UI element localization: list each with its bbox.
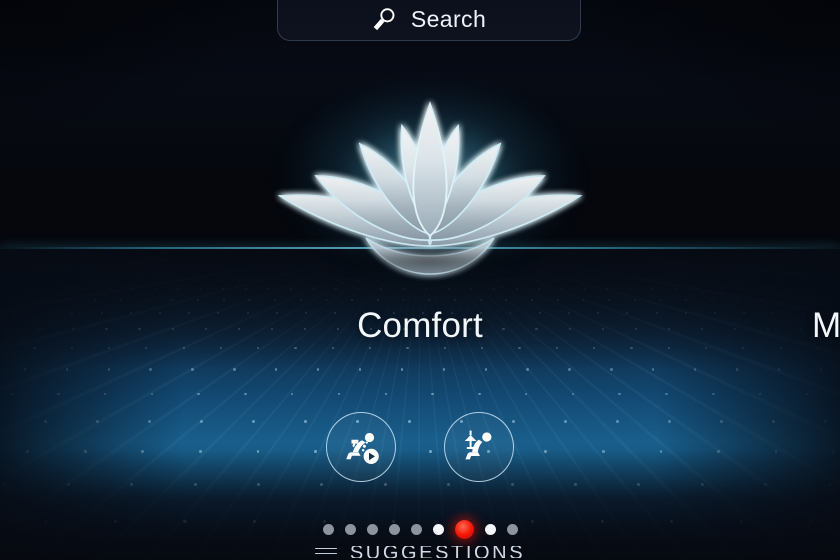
dot-row bbox=[0, 299, 840, 301]
pager-dot-9[interactable] bbox=[506, 524, 518, 535]
dot-row bbox=[0, 347, 840, 350]
pager-dot-7[interactable] bbox=[454, 520, 474, 539]
seat-massage-button[interactable] bbox=[326, 412, 396, 482]
seat-massage-play-icon bbox=[346, 432, 379, 464]
pager-dot-5[interactable] bbox=[410, 524, 422, 535]
lotus-flower-icon bbox=[277, 101, 583, 275]
search-icon bbox=[373, 8, 395, 31]
carousel-active-label: Comfort bbox=[357, 306, 483, 345]
dot-row bbox=[0, 392, 840, 396]
pager-dot-3[interactable] bbox=[366, 524, 378, 535]
pager-dot-8[interactable] bbox=[484, 524, 496, 535]
suggestions-label: SUGGESTIONS bbox=[349, 546, 526, 560]
pager-dot-4[interactable] bbox=[388, 524, 400, 535]
pager-dot-1[interactable] bbox=[322, 524, 334, 535]
search-label: Search bbox=[410, 6, 487, 32]
seat-adjust-button[interactable] bbox=[444, 412, 514, 482]
hero-lotus[interactable] bbox=[262, 70, 598, 290]
carousel-pager[interactable] bbox=[0, 520, 840, 539]
quick-actions bbox=[0, 412, 840, 482]
pager-dot-2[interactable] bbox=[344, 524, 356, 535]
dot-row bbox=[0, 368, 840, 371]
carousel-next-label[interactable]: M bbox=[812, 306, 840, 346]
dot-row bbox=[0, 483, 840, 487]
suggestions-drawer[interactable]: SUGGESTIONS bbox=[0, 546, 840, 560]
ground-side-vignette bbox=[0, 249, 840, 560]
list-lines-icon bbox=[314, 547, 337, 560]
seat-backrest-adjust-icon bbox=[464, 430, 492, 460]
infotainment-screen: Search Comfort M SUGGESTIONS bbox=[0, 0, 840, 560]
pager-dot-6[interactable] bbox=[432, 524, 444, 535]
perspective-rays bbox=[0, 249, 840, 560]
ground-plane bbox=[0, 249, 840, 560]
search-bar[interactable]: Search bbox=[277, 0, 581, 41]
